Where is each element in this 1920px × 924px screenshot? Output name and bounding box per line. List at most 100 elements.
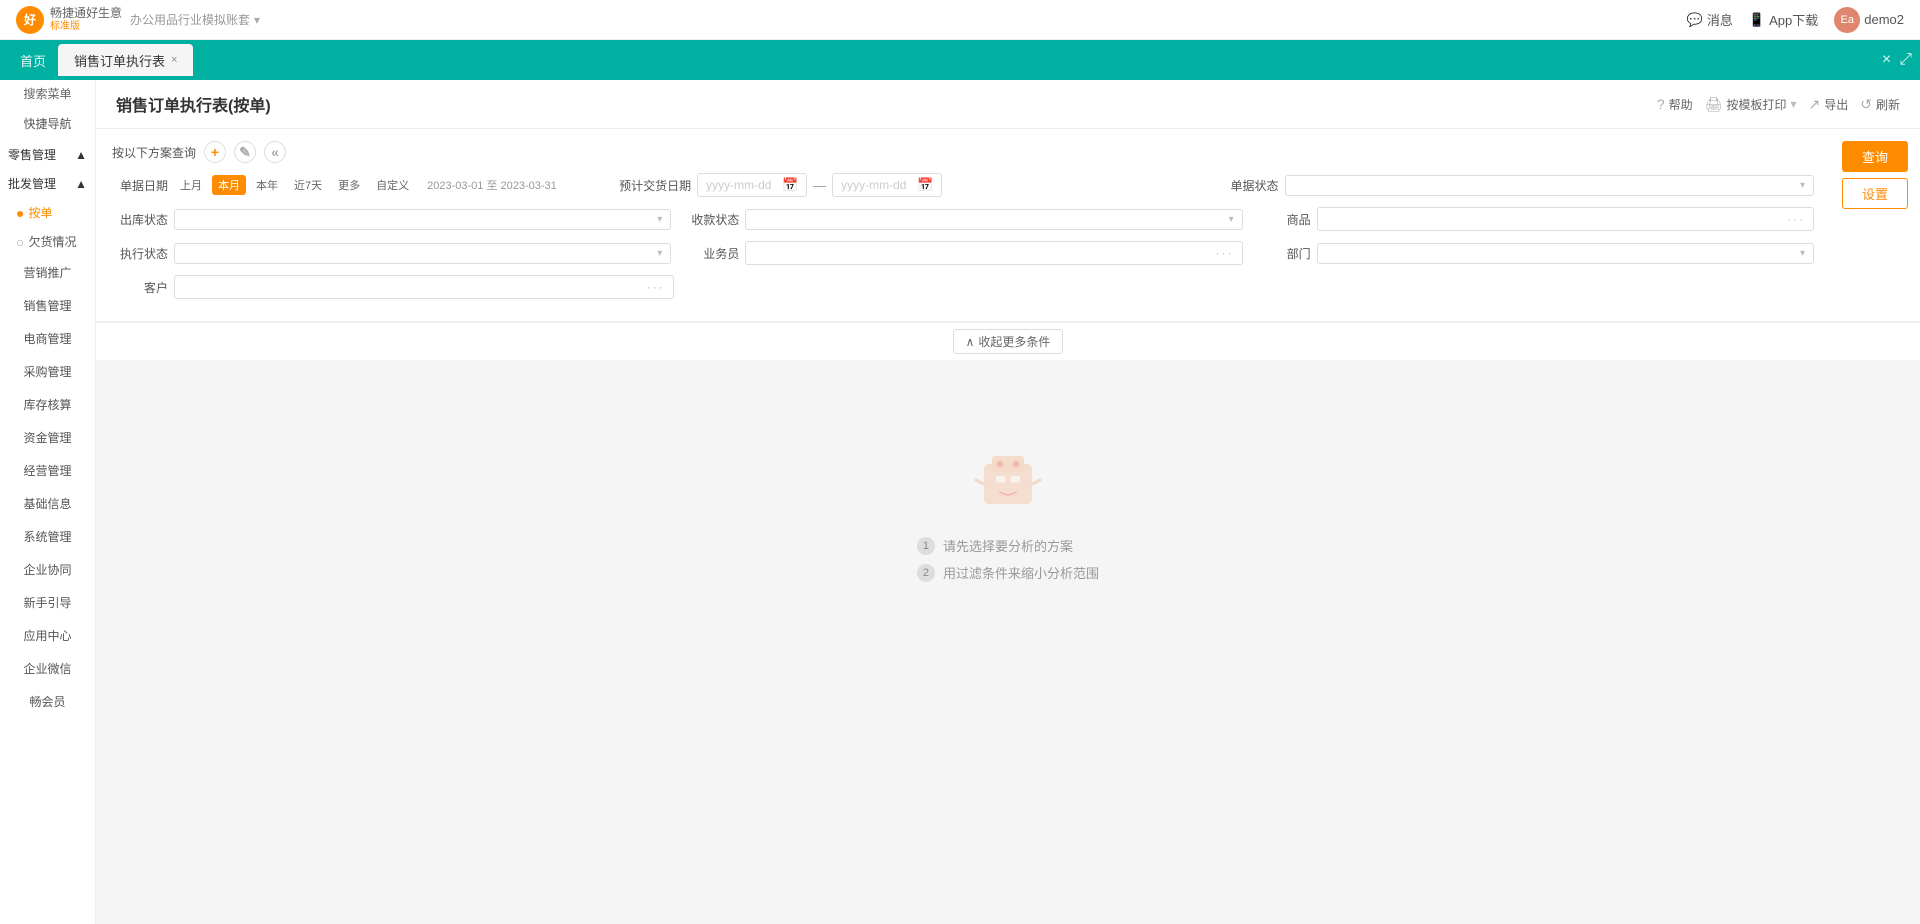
tab-home[interactable]: 首页 <box>8 44 58 76</box>
execute-select[interactable]: ▾ <box>174 243 671 264</box>
collapse-conditions-button[interactable]: ∧ 收起更多条件 <box>953 329 1064 354</box>
sidebar-item-basic[interactable]: 基础信息 <box>0 487 95 520</box>
sidebar-item-system[interactable]: 系统管理 <box>0 520 95 553</box>
collapse-row: ∧ 收起更多条件 <box>96 322 1920 360</box>
predicted-date-to[interactable]: yyyy-mm-dd 📅 <box>832 173 942 197</box>
collapse-icon: ∧ <box>966 335 975 349</box>
sub-debt-dot: ○ <box>16 234 24 250</box>
sidebar-item-wholesale[interactable]: 批发管理 ▲ <box>0 169 95 198</box>
filter-panel: 按以下方案查询 + ✎ « 单据日期 上月 本月 本年 近7天 <box>96 129 1920 322</box>
message-icon: 💬 <box>1687 12 1703 28</box>
page-header: 销售订单执行表(按单) ? 帮助 🖨 按模板打印 ▾ ↗ 导出 ↺ 刷新 <box>96 80 1920 129</box>
app-download-icon: 📱 <box>1749 12 1765 28</box>
date-btn-this-month[interactable]: 本月 <box>212 175 246 195</box>
top-bar: 好 畅捷通好生意 标准版 办公用品行业模拟账套 ▾ 💬 消息 📱 App下载 E… <box>0 0 1920 40</box>
sidebar-item-finance[interactable]: 资金管理 <box>0 421 95 454</box>
export-button[interactable]: ↗ 导出 <box>1809 96 1849 113</box>
date-btn-7days[interactable]: 近7天 <box>288 175 328 195</box>
sidebar-item-purchase[interactable]: 采购管理 <box>0 355 95 388</box>
doc-status-select[interactable]: ▾ <box>1285 175 1814 196</box>
logo-area: 好 畅捷通好生意 标准版 <box>16 6 122 34</box>
sidebar-item-ecom[interactable]: 电商管理 <box>0 322 95 355</box>
predicted-date-group: 预计交货日期 yyyy-mm-dd 📅 — yyyy-mm-dd 📅 <box>619 173 1210 197</box>
predicted-date-from[interactable]: yyyy-mm-dd 📅 <box>697 173 807 197</box>
sidebar-item-marketing[interactable]: 营销推广 <box>0 256 95 289</box>
sidebar-search-button[interactable]: 搜索菜单 <box>0 80 95 107</box>
date-separator: — <box>813 178 826 193</box>
tab-close-icon[interactable]: × <box>171 54 177 66</box>
sidebar-item-retail[interactable]: 零售管理 ▲ <box>0 140 95 169</box>
filter-action-buttons: 查询 设置 <box>1830 129 1920 322</box>
print-button[interactable]: 🖨 按模板打印 ▾ <box>1705 96 1797 113</box>
goods-dots-icon: ··· <box>1787 212 1805 226</box>
delivery-group: 出库状态 ▾ <box>112 209 671 230</box>
tab-maximize-btn[interactable]: ⤢ <box>1899 51 1912 69</box>
date-btn-this-year[interactable]: 本年 <box>250 175 284 195</box>
salesperson-group: 业务员 ··· <box>683 241 1242 265</box>
collect-group: 收款状态 ▾ <box>683 209 1242 230</box>
tab-bar-actions: × ⤢ <box>1882 51 1920 69</box>
query-button[interactable]: 查询 <box>1842 141 1908 172</box>
refresh-button[interactable]: ↺ 刷新 <box>1860 96 1900 113</box>
filter-row-4: 客户 ··· <box>112 275 1814 299</box>
date-btn-more[interactable]: 更多 <box>332 175 366 195</box>
tab-bar: 首页 销售订单执行表 × × ⤢ <box>0 40 1920 80</box>
doc-status-label: 单据状态 <box>1223 177 1279 194</box>
user-profile[interactable]: Ea demo2 <box>1834 7 1904 33</box>
scheme-label: 按以下方案查询 <box>112 144 196 161</box>
goods-select[interactable]: ··· <box>1317 207 1814 231</box>
page-title: 销售订单执行表(按单) <box>116 92 271 128</box>
sidebar-item-inventory[interactable]: 库存核算 <box>0 388 95 421</box>
collect-dropdown-icon: ▾ <box>1229 214 1234 225</box>
print-dropdown-icon: ▾ <box>1790 97 1796 111</box>
help-button[interactable]: ? 帮助 <box>1657 96 1693 113</box>
sidebar-item-member[interactable]: 畅会员 <box>0 685 95 718</box>
sidebar-item-appstore[interactable]: 应用中心 <box>0 619 95 652</box>
breadcrumb-arrow-icon[interactable]: ▾ <box>254 13 260 27</box>
sidebar-sub-item-order[interactable]: ● 按单 <box>0 198 95 227</box>
customer-select[interactable]: ··· <box>174 275 674 299</box>
dept-group: 部门 ▾ <box>1255 243 1814 264</box>
salesperson-select[interactable]: ··· <box>745 241 1242 265</box>
tab-close-window-btn[interactable]: × <box>1882 51 1891 69</box>
sidebar-item-corp[interactable]: 企业协同 <box>0 553 95 586</box>
sidebar-item-sales[interactable]: 销售管理 <box>0 289 95 322</box>
scheme-add-button[interactable]: + <box>204 141 226 163</box>
sidebar-sub-item-debt[interactable]: ○ 欠货情况 <box>0 227 95 256</box>
date-btn-last-month[interactable]: 上月 <box>174 175 208 195</box>
goods-label: 商品 <box>1255 211 1311 228</box>
scheme-edit-button[interactable]: ✎ <box>234 141 256 163</box>
date-btn-custom[interactable]: 自定义 <box>370 175 415 195</box>
sidebar-item-quick-nav[interactable]: 快捷导航 <box>0 107 95 140</box>
sidebar-item-newbie[interactable]: 新手引导 <box>0 586 95 619</box>
settings-button[interactable]: 设置 <box>1842 178 1908 209</box>
scheme-bar: 按以下方案查询 + ✎ « <box>112 141 1814 163</box>
sidebar-item-wechat[interactable]: 企业微信 <box>0 652 95 685</box>
dept-select[interactable]: ▾ <box>1317 243 1814 264</box>
filter-row-1: 单据日期 上月 本月 本年 近7天 更多 自定义 2023-03-01 至 20… <box>112 173 1814 197</box>
delivery-dropdown-icon: ▾ <box>657 214 662 225</box>
date-quick-buttons: 上月 本月 本年 近7天 更多 自定义 <box>174 175 415 195</box>
filter-row-3: 执行状态 ▾ 业务员 ··· 部门 <box>112 241 1814 265</box>
message-button[interactable]: 💬 消息 <box>1687 10 1733 29</box>
scheme-collapse-button[interactable]: « <box>264 141 286 163</box>
top-bar-right: 💬 消息 📱 App下载 Ea demo2 <box>1687 7 1904 33</box>
delivery-select[interactable]: ▾ <box>174 209 671 230</box>
main-layout: 搜索菜单 快捷导航 零售管理 ▲ 批发管理 ▲ ● 按单 ○ 欠货情况 营销推广… <box>0 80 1920 924</box>
print-icon: 🖨 <box>1705 96 1723 113</box>
tip-1-text: 请先选择要分析的方案 <box>943 536 1073 555</box>
top-bar-left: 好 畅捷通好生意 标准版 办公用品行业模拟账套 ▾ <box>16 6 260 34</box>
tip-2-number: 2 <box>917 564 935 582</box>
delivery-label: 出库状态 <box>112 211 168 228</box>
doc-status-group: 单据状态 ▾ <box>1223 175 1814 196</box>
tip-2-text: 用过滤条件来缩小分析范围 <box>943 563 1099 582</box>
app-download-button[interactable]: 📱 App下载 <box>1749 10 1818 29</box>
page-header-actions: ? 帮助 🖨 按模板打印 ▾ ↗ 导出 ↺ 刷新 <box>1657 96 1900 125</box>
empty-illustration <box>968 440 1048 520</box>
sidebar-item-operation[interactable]: 经营管理 <box>0 454 95 487</box>
tab-sales-order[interactable]: 销售订单执行表 × <box>58 44 193 76</box>
date-filter-group: 单据日期 上月 本月 本年 近7天 更多 自定义 <box>112 175 415 195</box>
collect-select[interactable]: ▾ <box>745 209 1242 230</box>
customer-group: 客户 ··· <box>112 275 674 299</box>
predicted-date-label: 预计交货日期 <box>619 177 691 194</box>
